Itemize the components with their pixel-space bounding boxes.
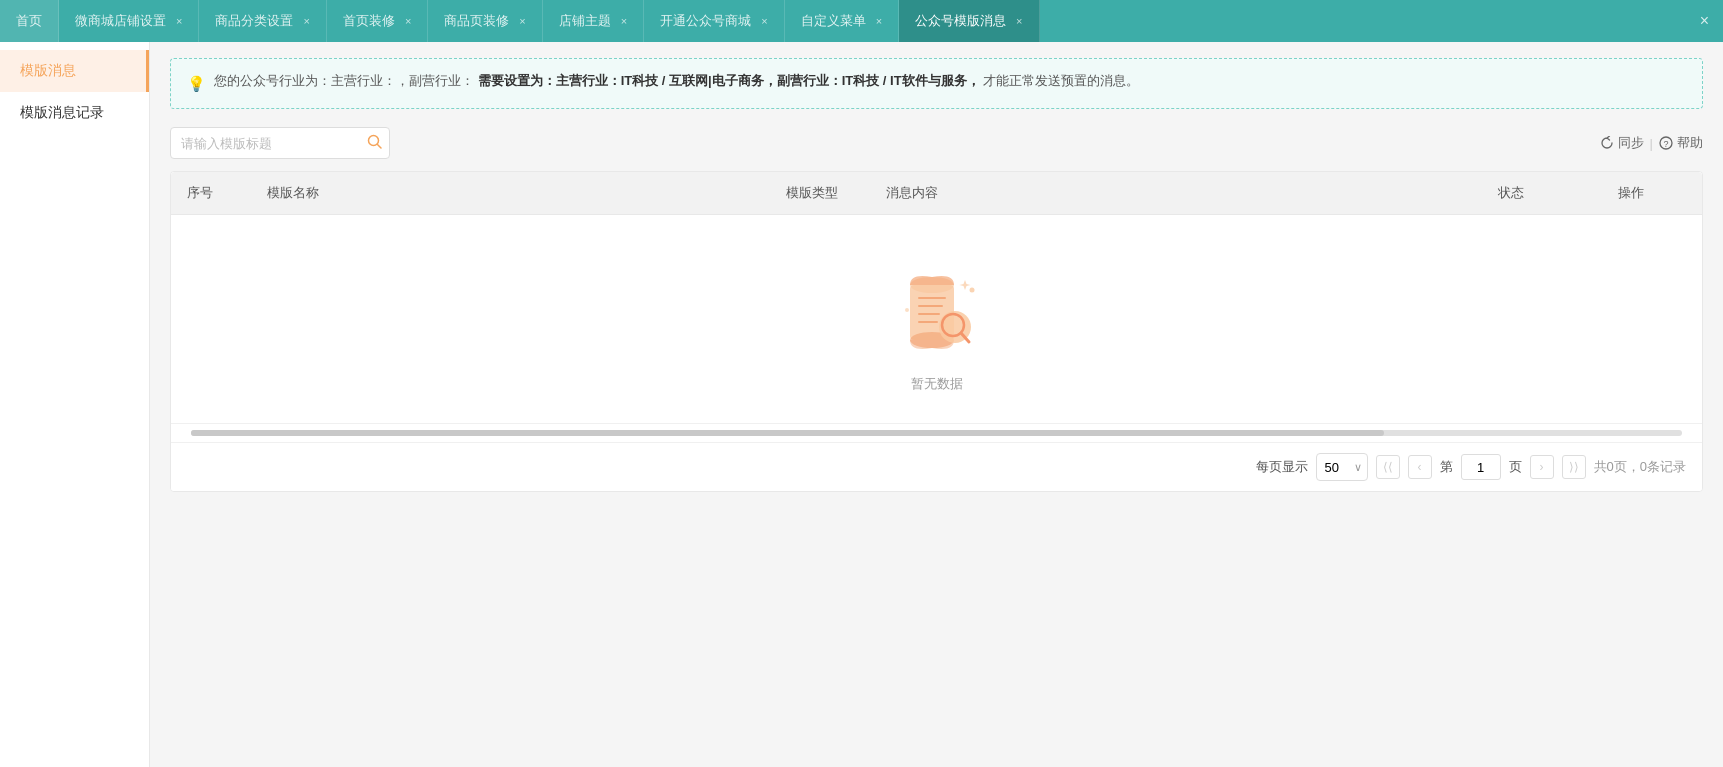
svg-text:?: ? — [1663, 139, 1668, 149]
search-input-wrap — [170, 127, 390, 159]
sidebar-item-template-msg-records[interactable]: 模版消息记录 — [0, 92, 149, 134]
nav-tab-home-decoration[interactable]: 首页装修 × — [327, 0, 428, 42]
top-navigation: 首页微商城店铺设置×商品分类设置×首页装修×商品页装修×店铺主题×开通公众号商城… — [0, 0, 1723, 42]
nav-tab-close[interactable]: × — [1016, 15, 1022, 27]
page-label: 第 — [1440, 458, 1453, 476]
sidebar: 模版消息模版消息记录 — [0, 42, 150, 767]
table-col-index: 序号 — [171, 172, 251, 215]
nav-tab-home[interactable]: 首页 — [0, 0, 59, 42]
toolbar-divider: | — [1650, 136, 1653, 151]
data-table: 序号模版名称模版类型消息内容状态操作 — [171, 172, 1702, 423]
nav-tab-shop-settings[interactable]: 微商城店铺设置 × — [59, 0, 199, 42]
svg-point-15 — [905, 308, 909, 312]
table-col-action: 操作 — [1602, 172, 1702, 215]
nav-tab-close[interactable]: × — [519, 15, 525, 27]
nav-tab-close[interactable]: × — [876, 15, 882, 27]
table-header: 序号模版名称模版类型消息内容状态操作 — [171, 172, 1702, 215]
empty-illustration — [877, 255, 997, 375]
nav-tab-label: 微商城店铺设置 — [75, 12, 166, 30]
notice-icon: 💡 — [187, 72, 206, 96]
fake-scrollbar[interactable] — [191, 430, 1682, 436]
nav-tab-label: 首页 — [16, 12, 42, 30]
svg-line-1 — [378, 145, 382, 149]
page-suffix: 页 — [1509, 458, 1522, 476]
sync-label: 同步 — [1618, 134, 1644, 152]
svg-point-14 — [969, 288, 974, 293]
nav-tab-close[interactable]: × — [761, 15, 767, 27]
nav-tab-template-msg[interactable]: 公众号模版消息 × — [899, 0, 1039, 42]
nav-tab-label: 店铺主题 — [559, 12, 611, 30]
main-layout: 模版消息模版消息记录 💡 您的公众号行业为：主营行业：，副营行业： 需要设置为：… — [0, 42, 1723, 767]
nav-tab-label: 自定义菜单 — [801, 12, 866, 30]
page-size-wrap: 102050100 ∨ — [1316, 453, 1368, 481]
notice-box: 💡 您的公众号行业为：主营行业：，副营行业： 需要设置为：主营行业：IT科技 /… — [170, 58, 1703, 109]
total-info: 共0页，0条记录 — [1594, 458, 1686, 476]
prev-page-button[interactable]: ‹ — [1408, 455, 1432, 479]
page-size-select[interactable]: 102050100 — [1316, 453, 1368, 481]
scrollbar-thumb[interactable] — [191, 430, 1384, 436]
close-all-button[interactable]: × — [1686, 0, 1723, 42]
notice-text: 您的公众号行业为：主营行业：，副营行业： 需要设置为：主营行业：IT科技 / 互… — [214, 71, 1139, 92]
table-col-content: 消息内容 — [870, 172, 1482, 215]
help-label: 帮助 — [1677, 134, 1703, 152]
table-col-status: 状态 — [1482, 172, 1602, 215]
help-button[interactable]: ? 帮助 — [1659, 134, 1703, 152]
table-body: 暂无数据 — [171, 215, 1702, 424]
nav-tab-label: 公众号模版消息 — [915, 12, 1006, 30]
nav-tab-close[interactable]: × — [303, 15, 309, 27]
content-area: 💡 您的公众号行业为：主营行业：，副营行业： 需要设置为：主营行业：IT科技 /… — [150, 42, 1723, 767]
empty-state: 暂无数据 — [171, 215, 1702, 423]
first-page-button[interactable]: ⟨⟨ — [1376, 455, 1400, 479]
next-page-button[interactable]: › — [1530, 455, 1554, 479]
nav-tab-label: 商品页装修 — [444, 12, 509, 30]
table-col-name: 模版名称 — [251, 172, 770, 215]
nav-tab-label: 首页装修 — [343, 12, 395, 30]
table-container: 序号模版名称模版类型消息内容状态操作 — [170, 171, 1703, 492]
search-bar: 同步 | ? 帮助 — [170, 127, 1703, 159]
sync-button[interactable]: 同步 — [1600, 134, 1644, 152]
nav-tab-label: 商品分类设置 — [215, 12, 293, 30]
nav-tab-category-settings[interactable]: 商品分类设置 × — [199, 0, 326, 42]
sidebar-item-template-msg[interactable]: 模版消息 — [0, 50, 149, 92]
nav-tab-shop-theme[interactable]: 店铺主题 × — [543, 0, 644, 42]
nav-tab-product-decoration[interactable]: 商品页装修 × — [428, 0, 542, 42]
nav-tab-open-mall[interactable]: 开通公众号商城 × — [644, 0, 784, 42]
nav-tab-close[interactable]: × — [405, 15, 411, 27]
last-page-button[interactable]: ⟩⟩ — [1562, 455, 1586, 479]
notice-highlight: 需要设置为：主营行业：IT科技 / 互联网|电子商务，副营行业：IT科技 / I… — [478, 73, 980, 88]
nav-tab-custom-menu[interactable]: 自定义菜单 × — [785, 0, 899, 42]
table-col-type: 模版类型 — [770, 172, 870, 215]
empty-text: 暂无数据 — [911, 375, 963, 393]
search-input[interactable] — [170, 127, 390, 159]
scrollbar-area — [171, 423, 1702, 442]
toolbar-right: 同步 | ? 帮助 — [1600, 134, 1703, 152]
nav-tab-label: 开通公众号商城 — [660, 12, 751, 30]
search-button[interactable] — [367, 134, 382, 152]
pagination-bar: 每页显示 102050100 ∨ ⟨⟨ ‹ 第 页 › ⟩⟩ 共0页，0条记录 — [171, 442, 1702, 491]
nav-tab-close[interactable]: × — [621, 15, 627, 27]
nav-tab-close[interactable]: × — [176, 15, 182, 27]
page-input[interactable] — [1461, 454, 1501, 480]
page-size-label: 每页显示 — [1256, 458, 1308, 476]
